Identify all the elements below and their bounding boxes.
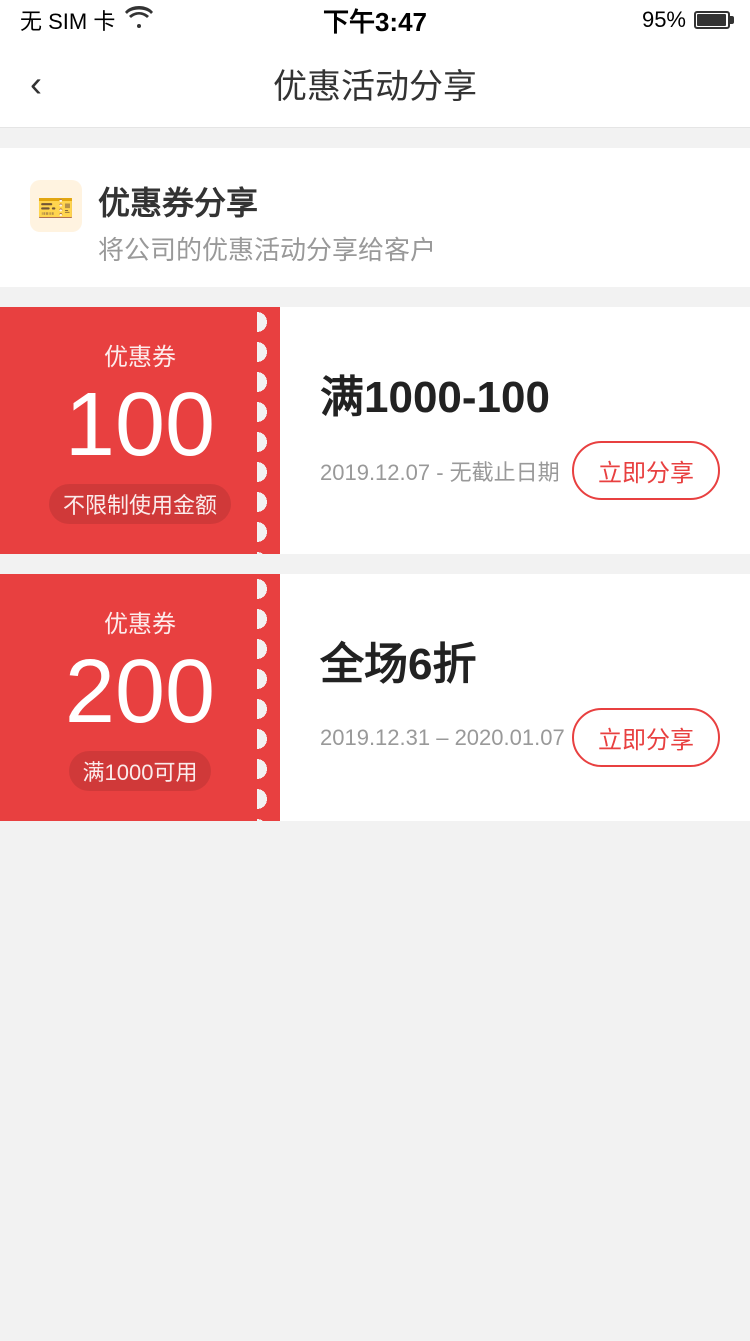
- coupon-share-icon: 🎫: [30, 180, 82, 232]
- share-button-2[interactable]: 立即分享: [572, 708, 720, 767]
- share-button-1[interactable]: 立即分享: [572, 441, 720, 500]
- section-title: 优惠券分享: [98, 178, 436, 224]
- coupon-card-1: 优惠券 100 不限制使用金额 满1000-100 2019.12.07 - 无…: [0, 307, 750, 554]
- coupon-meta-1: 2019.12.07 - 无截止日期 立即分享: [320, 441, 720, 500]
- svg-text:🎫: 🎫: [37, 192, 74, 225]
- coupon-date-2: 2019.12.31 – 2020.01.07: [320, 725, 565, 751]
- status-left: 无 SIM 卡: [20, 4, 153, 36]
- nav-bar: ‹ 优惠活动分享: [0, 40, 750, 128]
- wifi-icon: [125, 6, 153, 34]
- coupon-amount-1: 100: [65, 380, 215, 470]
- section-header: 🎫 优惠券分享 将公司的优惠活动分享给客户: [0, 148, 750, 287]
- coupon-title-1: 满1000-100: [320, 361, 720, 425]
- coupon-condition-1: 不限制使用金额: [49, 484, 231, 524]
- coupon-meta-2: 2019.12.31 – 2020.01.07 立即分享: [320, 708, 720, 767]
- battery-percent: 95%: [642, 7, 686, 33]
- coupon-condition-2: 满1000可用: [69, 751, 212, 791]
- carrier-text: 无 SIM 卡: [20, 4, 115, 36]
- coupon-label-2: 优惠券: [104, 604, 176, 639]
- coupon-amount-2: 200: [65, 647, 215, 737]
- coupon-title-2: 全场6折: [320, 628, 720, 692]
- coupon-left-1: 优惠券 100 不限制使用金额: [0, 307, 280, 554]
- status-right: 95%: [642, 7, 730, 33]
- status-bar: 无 SIM 卡 下午3:47 95%: [0, 0, 750, 40]
- back-button[interactable]: ‹: [30, 63, 42, 105]
- coupon-left-2: 优惠券 200 满1000可用: [0, 574, 280, 821]
- coupon-right-1: 满1000-100 2019.12.07 - 无截止日期 立即分享: [280, 307, 750, 554]
- page-title: 优惠活动分享: [273, 59, 477, 108]
- battery-icon: [694, 11, 730, 29]
- bottom-area: [0, 841, 750, 1341]
- coupon-right-2: 全场6折 2019.12.31 – 2020.01.07 立即分享: [280, 574, 750, 821]
- section-text: 优惠券分享 将公司的优惠活动分享给客户: [98, 178, 436, 267]
- status-time: 下午3:47: [323, 2, 427, 39]
- coupon-list: 优惠券 100 不限制使用金额 满1000-100 2019.12.07 - 无…: [0, 307, 750, 841]
- coupon-card-2: 优惠券 200 满1000可用 全场6折 2019.12.31 – 2020.0…: [0, 574, 750, 821]
- section-subtitle: 将公司的优惠活动分享给客户: [98, 230, 436, 267]
- coupon-label-1: 优惠券: [104, 337, 176, 372]
- coupon-date-1: 2019.12.07 - 无截止日期: [320, 455, 560, 487]
